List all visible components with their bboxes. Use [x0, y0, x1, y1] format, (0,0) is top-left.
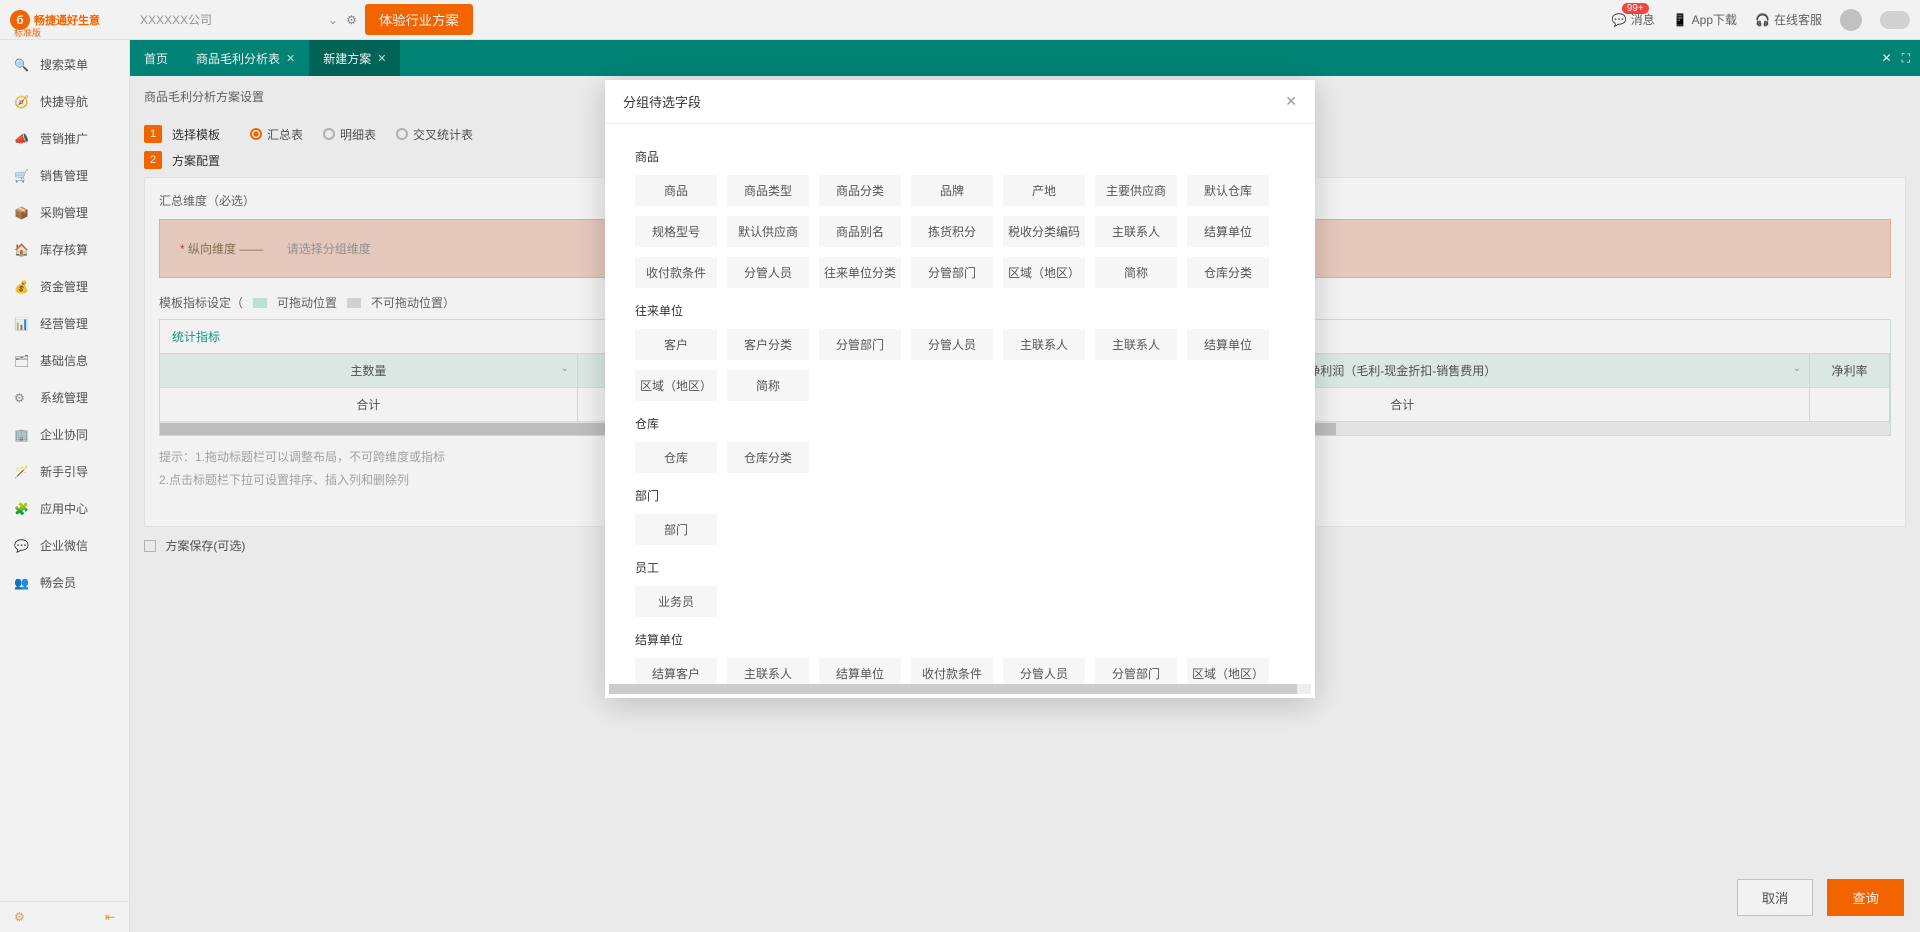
modal-h-scroll-thumb[interactable]: [609, 684, 1297, 694]
group-field-modal: 分组待选字段 ✕ 商品商品商品类型商品分类品牌产地主要供应商默认仓库规格型号默认…: [605, 80, 1315, 698]
field-group: 部门部门: [635, 487, 1285, 545]
field-chip[interactable]: 收付款条件: [635, 257, 717, 288]
field-chip[interactable]: 收付款条件: [911, 658, 993, 684]
modal-header: 分组待选字段 ✕: [605, 80, 1315, 124]
modal-h-scrollbar[interactable]: [609, 684, 1311, 694]
modal-body[interactable]: 商品商品商品类型商品分类品牌产地主要供应商默认仓库规格型号默认供应商商品别名拣货…: [605, 124, 1315, 684]
field-chip[interactable]: 仓库分类: [727, 442, 809, 473]
field-group-title: 商品: [635, 148, 1285, 165]
field-chip[interactable]: 分管人员: [1003, 658, 1085, 684]
chip-list: 客户客户分类分管部门分管人员主联系人主联系人结算单位区域（地区）简称: [635, 329, 1285, 401]
field-group-title: 仓库: [635, 415, 1285, 432]
field-chip[interactable]: 结算单位: [1187, 216, 1269, 247]
field-chip[interactable]: 主联系人: [727, 658, 809, 684]
chip-list: 商品商品类型商品分类品牌产地主要供应商默认仓库规格型号默认供应商商品别名拣货积分…: [635, 175, 1285, 288]
field-group-title: 员工: [635, 559, 1285, 576]
field-chip[interactable]: 默认供应商: [727, 216, 809, 247]
field-chip[interactable]: 分管部门: [1095, 658, 1177, 684]
field-chip[interactable]: 区域（地区）: [635, 370, 717, 401]
chip-list: 结算客户主联系人结算单位收付款条件分管人员分管部门区域（地区）简称: [635, 658, 1285, 684]
chip-list: 仓库仓库分类: [635, 442, 1285, 473]
field-chip[interactable]: 结算单位: [819, 658, 901, 684]
field-chip[interactable]: 区域（地区）: [1187, 658, 1269, 684]
field-chip[interactable]: 商品分类: [819, 175, 901, 206]
field-chip[interactable]: 税收分类编码: [1003, 216, 1085, 247]
field-chip[interactable]: 商品别名: [819, 216, 901, 247]
field-group: 商品商品商品类型商品分类品牌产地主要供应商默认仓库规格型号默认供应商商品别名拣货…: [635, 148, 1285, 288]
chip-list: 业务员: [635, 586, 1285, 617]
field-chip[interactable]: 主要供应商: [1095, 175, 1177, 206]
field-group: 结算单位结算客户主联系人结算单位收付款条件分管人员分管部门区域（地区）简称: [635, 631, 1285, 684]
field-group: 仓库仓库仓库分类: [635, 415, 1285, 473]
field-chip[interactable]: 客户: [635, 329, 717, 360]
field-chip[interactable]: 拣货积分: [911, 216, 993, 247]
field-chip[interactable]: 分管部门: [911, 257, 993, 288]
field-chip[interactable]: 简称: [727, 370, 809, 401]
field-chip[interactable]: 客户分类: [727, 329, 809, 360]
field-chip[interactable]: 默认仓库: [1187, 175, 1269, 206]
field-group-title: 部门: [635, 487, 1285, 504]
field-chip[interactable]: 结算单位: [1187, 329, 1269, 360]
field-chip[interactable]: 产地: [1003, 175, 1085, 206]
field-chip[interactable]: 部门: [635, 514, 717, 545]
field-chip[interactable]: 简称: [1095, 257, 1177, 288]
field-chip[interactable]: 仓库分类: [1187, 257, 1269, 288]
field-group: 往来单位客户客户分类分管部门分管人员主联系人主联系人结算单位区域（地区）简称: [635, 302, 1285, 401]
field-chip[interactable]: 主联系人: [1095, 329, 1177, 360]
field-chip[interactable]: 分管部门: [819, 329, 901, 360]
field-group: 员工业务员: [635, 559, 1285, 617]
field-chip[interactable]: 商品: [635, 175, 717, 206]
field-group-title: 往来单位: [635, 302, 1285, 319]
field-chip[interactable]: 品牌: [911, 175, 993, 206]
field-chip[interactable]: 商品类型: [727, 175, 809, 206]
modal-title: 分组待选字段: [623, 92, 701, 111]
close-icon[interactable]: ✕: [1285, 93, 1297, 110]
field-chip[interactable]: 分管人员: [727, 257, 809, 288]
field-chip[interactable]: 分管人员: [911, 329, 993, 360]
field-chip[interactable]: 区域（地区）: [1003, 257, 1085, 288]
field-chip[interactable]: 业务员: [635, 586, 717, 617]
field-chip[interactable]: 结算客户: [635, 658, 717, 684]
field-chip[interactable]: 规格型号: [635, 216, 717, 247]
field-chip[interactable]: 主联系人: [1003, 329, 1085, 360]
chip-list: 部门: [635, 514, 1285, 545]
field-group-title: 结算单位: [635, 631, 1285, 648]
modal-mask: 分组待选字段 ✕ 商品商品商品类型商品分类品牌产地主要供应商默认仓库规格型号默认…: [0, 0, 1920, 932]
field-chip[interactable]: 往来单位分类: [819, 257, 901, 288]
field-chip[interactable]: 主联系人: [1095, 216, 1177, 247]
field-chip[interactable]: 仓库: [635, 442, 717, 473]
